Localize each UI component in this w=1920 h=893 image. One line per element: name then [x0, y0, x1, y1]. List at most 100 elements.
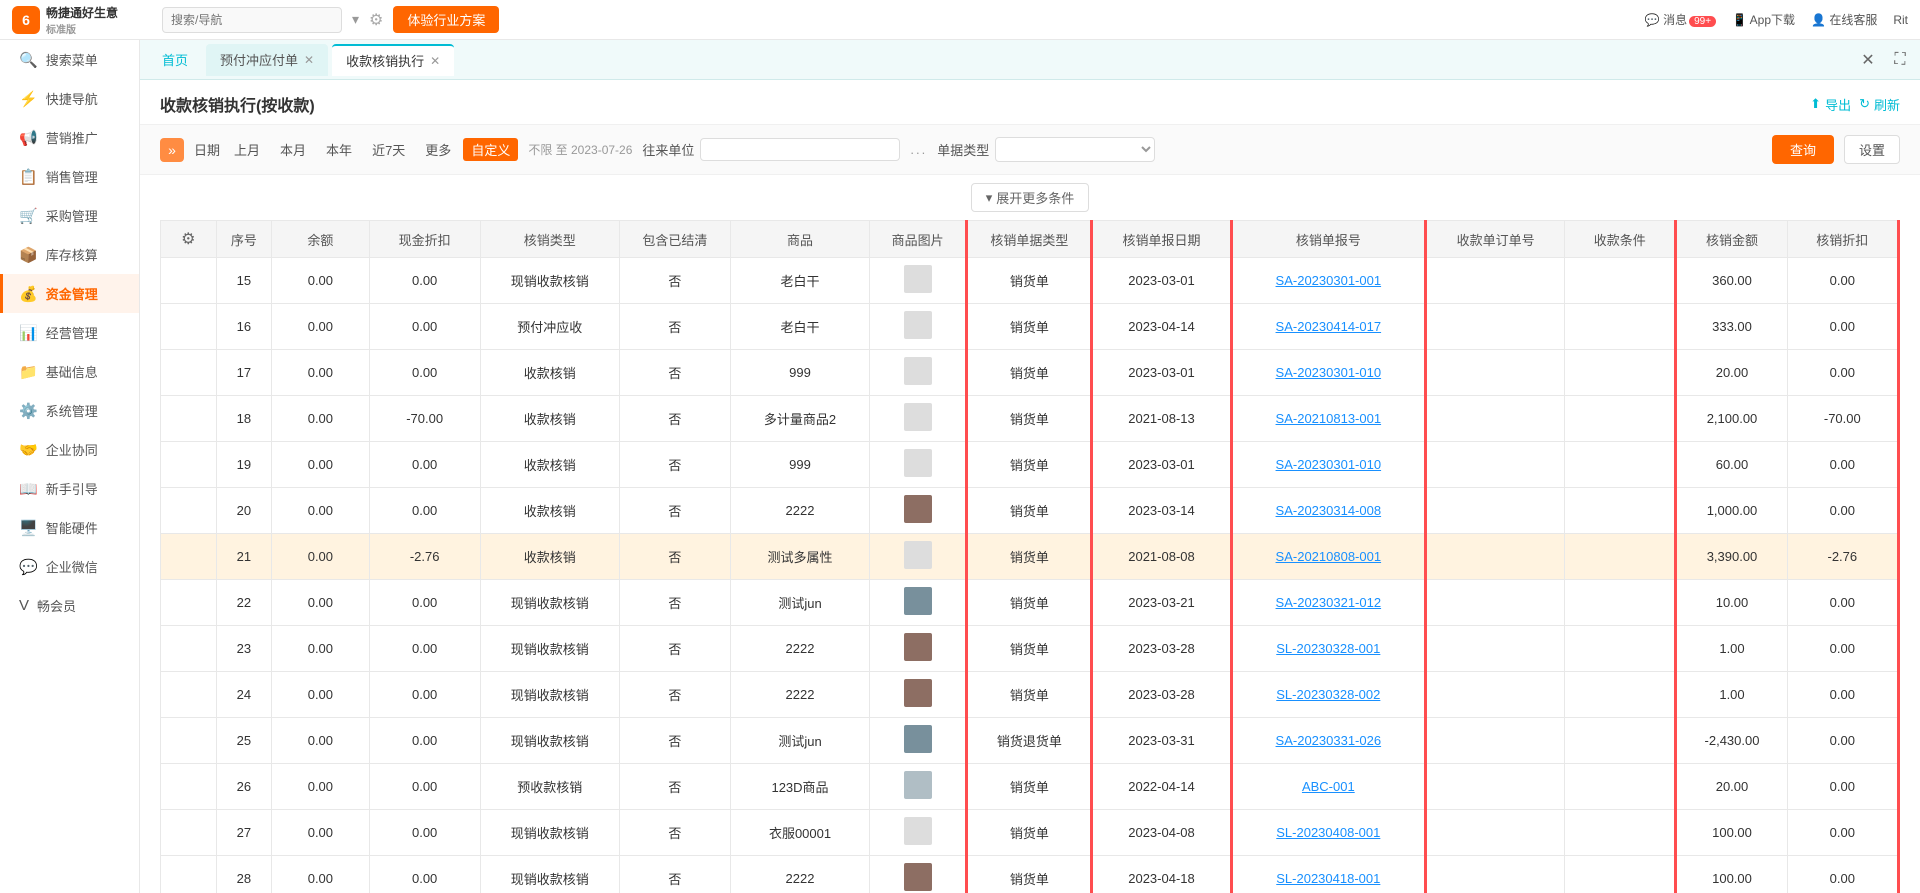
sidebar-item-新手引导[interactable]: 📖新手引导 — [0, 469, 139, 508]
close-window-icon[interactable]: ✕ — [1856, 48, 1880, 72]
td-no: 22 — [216, 580, 272, 626]
td-cash-discount: 0.00 — [369, 764, 480, 810]
sidebar-item-系统管理[interactable]: ⚙️系统管理 — [0, 391, 139, 430]
search-input[interactable] — [162, 7, 342, 33]
bill-type-label: 单据类型 — [937, 140, 989, 159]
td-receipt-order — [1426, 856, 1565, 893]
brand-name: 畅捷通好生意 — [46, 4, 118, 21]
export-button[interactable]: ⬆ 导出 — [1810, 95, 1851, 114]
product-image — [904, 311, 932, 339]
tab-收款核销执行[interactable]: 收款核销执行✕ — [332, 44, 454, 76]
sidebar-icon: V — [19, 597, 29, 614]
td-bill-no: SL-20230328-002 — [1231, 672, 1426, 718]
sidebar-item-采购管理[interactable]: 🛒采购管理 — [0, 196, 139, 235]
td-bill-date: 2023-04-08 — [1092, 810, 1231, 856]
td-cash-discount: 0.00 — [369, 442, 480, 488]
td-balance: 0.00 — [272, 258, 369, 304]
td-cash-discount: 0.00 — [369, 350, 480, 396]
sidebar-item-库存核算[interactable]: 📦库存核算 — [0, 235, 139, 274]
td-gear — [161, 442, 217, 488]
sidebar-item-企业微信[interactable]: 💬企业微信 — [0, 547, 139, 586]
query-button[interactable]: 查询 — [1772, 135, 1834, 164]
sidebar-icon: 💬 — [19, 558, 38, 576]
sidebar-item-经营管理[interactable]: 📊经营管理 — [0, 313, 139, 352]
brand-logo: 6 — [12, 6, 40, 34]
td-product: 999 — [731, 442, 870, 488]
td-product: 123D商品 — [731, 764, 870, 810]
tab-首页[interactable]: 首页 — [148, 44, 202, 76]
th-bill-no: 核销单报号 — [1231, 221, 1426, 258]
setting-button[interactable]: 设置 — [1844, 135, 1900, 164]
td-bill-type: 销货单 — [967, 488, 1092, 534]
expand-more-button[interactable]: ▾ 展开更多条件 — [971, 183, 1090, 212]
tab-close-icon[interactable]: ✕ — [304, 53, 314, 67]
td-included: 否 — [619, 626, 730, 672]
online-service[interactable]: 👤 在线客服 — [1811, 11, 1877, 28]
td-receipt-order — [1426, 488, 1565, 534]
expand-window-icon[interactable]: ⛶ — [1888, 48, 1912, 72]
td-product-img — [870, 258, 967, 304]
td-included: 否 — [619, 258, 730, 304]
more-option[interactable]: 更多 — [417, 138, 459, 161]
sidebar-item-企业协同[interactable]: 🤝企业协同 — [0, 430, 139, 469]
top-bar-right: 💬 消息99+ 📱 App下载 👤 在线客服 Rit — [1645, 11, 1908, 28]
sidebar-item-快捷导航[interactable]: ⚡快捷导航 — [0, 79, 139, 118]
td-included: 否 — [619, 718, 730, 764]
messages[interactable]: 💬 消息99+ — [1645, 11, 1716, 28]
sidebar-item-搜索菜单[interactable]: 🔍搜索菜单 — [0, 40, 139, 79]
td-write-off-amount: 60.00 — [1676, 442, 1787, 488]
td-type: 现销收款核销 — [480, 856, 619, 893]
td-write-off-discount: 0.00 — [1787, 488, 1898, 534]
refresh-button[interactable]: ↻ 刷新 — [1859, 95, 1900, 114]
td-receipt-order — [1426, 258, 1565, 304]
td-product-img — [870, 856, 967, 893]
td-bill-type: 销货单 — [967, 258, 1092, 304]
settings-icon[interactable]: ⚙ — [369, 10, 383, 30]
sidebar-label: 资金管理 — [46, 284, 98, 303]
sidebar-item-销售管理[interactable]: 📋销售管理 — [0, 157, 139, 196]
td-receipt-cond — [1565, 626, 1676, 672]
search-dropdown-icon[interactable]: ▾ — [352, 11, 359, 28]
td-included: 否 — [619, 672, 730, 718]
sidebar: 🔍搜索菜单⚡快捷导航📢营销推广📋销售管理🛒采购管理📦库存核算💰资金管理📊经营管理… — [0, 40, 140, 893]
sidebar-icon: 📋 — [19, 168, 38, 186]
td-no: 20 — [216, 488, 272, 534]
filter-toggle-btn[interactable]: » — [160, 138, 184, 162]
td-no: 24 — [216, 672, 272, 718]
page-title: 收款核销执行(按收款) — [160, 92, 315, 116]
industry-btn[interactable]: 体验行业方案 — [393, 6, 499, 33]
last-month-option[interactable]: 上月 — [226, 138, 268, 161]
gear-icon[interactable]: ⚙ — [181, 231, 195, 248]
td-bill-type: 销货单 — [967, 764, 1092, 810]
td-bill-type: 销货单 — [967, 626, 1092, 672]
table-row: 21 0.00 -2.76 收款核销 否 测试多属性 销货单 2021-08-0… — [161, 534, 1899, 580]
sidebar-item-基础信息[interactable]: 📁基础信息 — [0, 352, 139, 391]
td-included: 否 — [619, 396, 730, 442]
app-download[interactable]: 📱 App下载 — [1732, 11, 1795, 28]
sidebar-icon: ⚡ — [19, 90, 38, 108]
sidebar-item-畅会员[interactable]: V畅会员 — [0, 586, 139, 625]
sidebar-label: 库存核算 — [46, 245, 98, 264]
sidebar-item-智能硬件[interactable]: 🖥️智能硬件 — [0, 508, 139, 547]
td-cash-discount: 0.00 — [369, 856, 480, 893]
this-month-option[interactable]: 本月 — [272, 138, 314, 161]
tab-close-icon[interactable]: ✕ — [430, 54, 440, 68]
td-write-off-amount: 360.00 — [1676, 258, 1787, 304]
td-bill-type: 销货单 — [967, 442, 1092, 488]
td-write-off-amount: 1.00 — [1676, 626, 1787, 672]
sidebar-item-营销推广[interactable]: 📢营销推广 — [0, 118, 139, 157]
last-7days-option[interactable]: 近7天 — [364, 138, 413, 161]
this-year-option[interactable]: 本年 — [318, 138, 360, 161]
bill-type-select[interactable] — [995, 137, 1155, 162]
td-bill-date: 2023-04-18 — [1092, 856, 1231, 893]
td-write-off-discount: 0.00 — [1787, 304, 1898, 350]
sidebar-label: 搜索菜单 — [46, 50, 98, 69]
tab-预付冲应付单[interactable]: 预付冲应付单✕ — [206, 44, 328, 76]
page-content: 收款核销执行(按收款) ⬆ 导出 ↻ 刷新 » 日期 — [140, 80, 1920, 893]
td-cash-discount: 0.00 — [369, 810, 480, 856]
table-row: 17 0.00 0.00 收款核销 否 999 销货单 2023-03-01 S… — [161, 350, 1899, 396]
td-receipt-order — [1426, 810, 1565, 856]
sidebar-item-资金管理[interactable]: 💰资金管理 — [0, 274, 139, 313]
partner-input[interactable] — [700, 138, 900, 161]
custom-option[interactable]: 自定义 — [463, 138, 518, 161]
